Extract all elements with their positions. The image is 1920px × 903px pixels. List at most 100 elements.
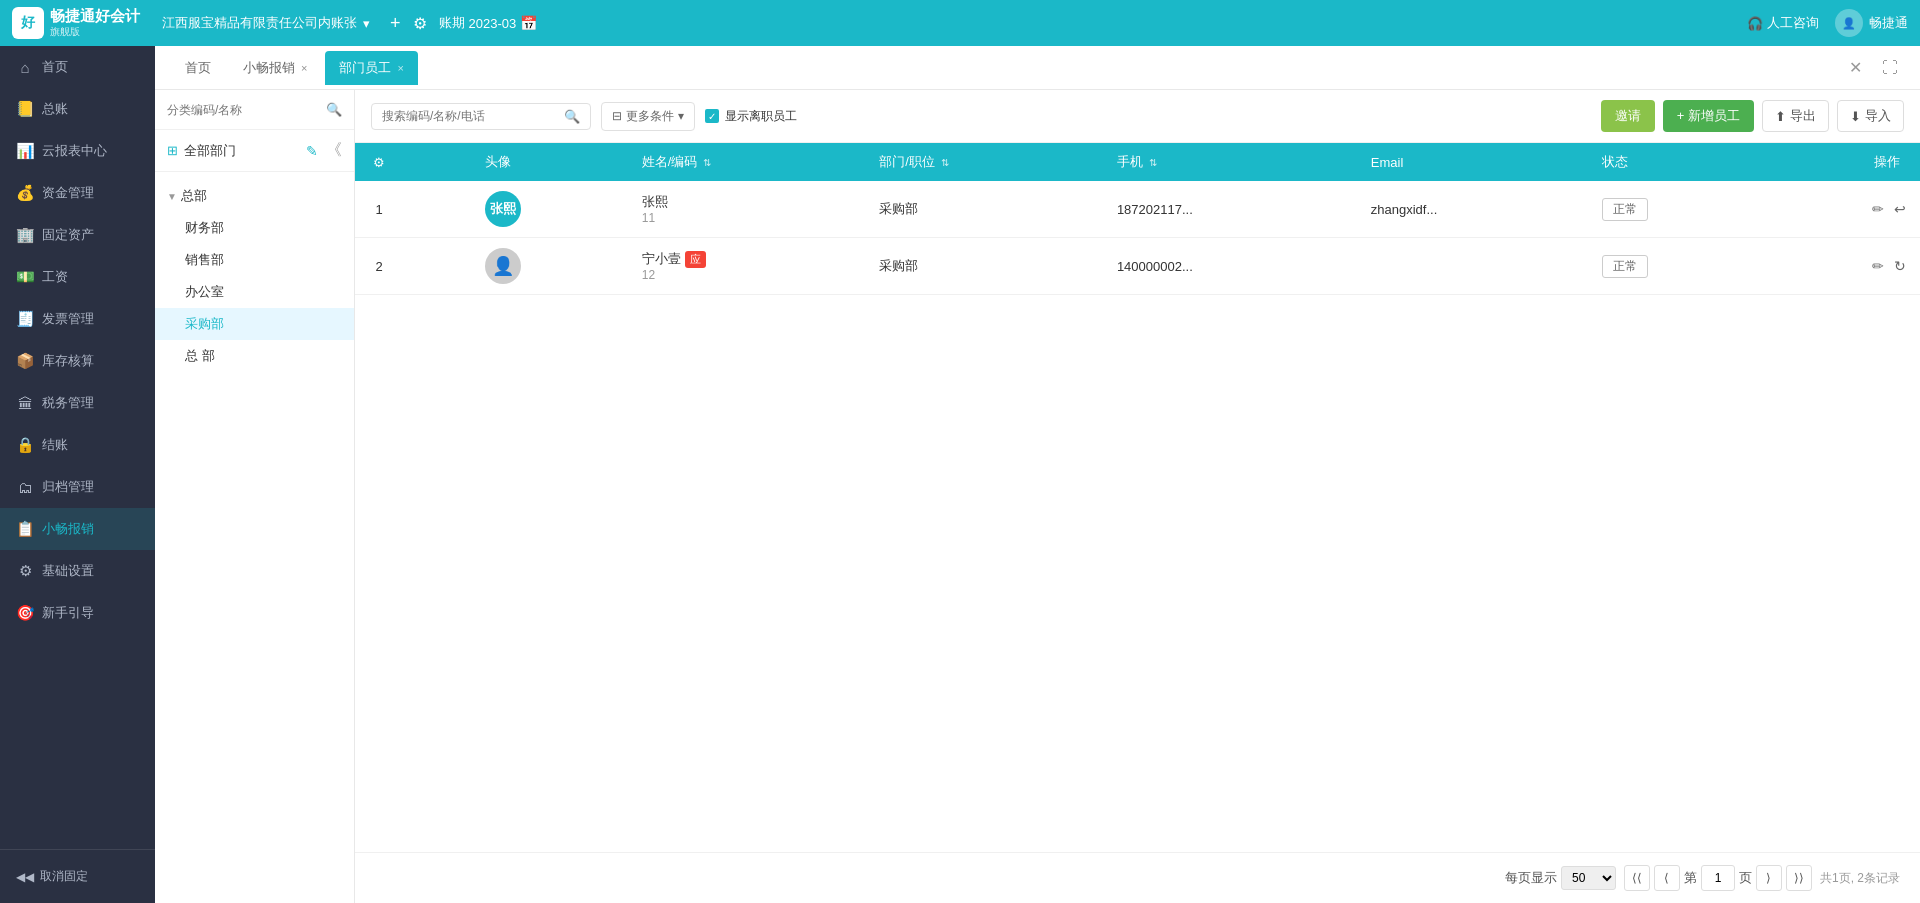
sort-name-icon: ⇅ bbox=[703, 157, 711, 168]
company-selector[interactable]: 江西服宝精品有限责任公司内账张 ▾ bbox=[162, 14, 370, 32]
dept-node-office[interactable]: 办公室 bbox=[155, 276, 354, 308]
edit-button[interactable]: ✏ bbox=[1872, 258, 1884, 274]
col-dept[interactable]: 部门/职位 ⇅ bbox=[865, 143, 1103, 181]
sidebar-item-inventory[interactable]: 📦 库存核算 bbox=[0, 340, 155, 382]
row2-no: 2 bbox=[355, 238, 403, 295]
archive-icon: 🗂 bbox=[16, 478, 34, 496]
tab-employees[interactable]: 部门员工 × bbox=[325, 51, 417, 85]
col-name[interactable]: 姓名/编码 ⇅ bbox=[628, 143, 866, 181]
filter-button[interactable]: ⊟ 更多条件 ▾ bbox=[601, 102, 695, 131]
salary-icon: 💵 bbox=[16, 268, 34, 286]
sidebar: ⌂ 首页 📒 总账 📊 云报表中心 💰 资金管理 🏢 固定资产 💵 工资 🧾 发… bbox=[0, 46, 155, 903]
sidebar-label-invoice: 发票管理 bbox=[42, 310, 94, 328]
add-employee-button[interactable]: + 新增员工 bbox=[1663, 100, 1754, 132]
ledger-icon: 📒 bbox=[16, 100, 34, 118]
dept-search-input[interactable] bbox=[167, 103, 320, 117]
sort-dept-icon: ⇅ bbox=[941, 157, 949, 168]
search-icon: 🔍 bbox=[326, 102, 342, 117]
logo-area: 好 畅捷通好会计 旗舰版 bbox=[12, 7, 152, 39]
sidebar-item-assets[interactable]: 🏢 固定资产 bbox=[0, 214, 155, 256]
tab-employees-close[interactable]: × bbox=[397, 62, 403, 74]
emp-code: 11 bbox=[642, 211, 852, 225]
col-settings[interactable]: ⚙ bbox=[355, 143, 403, 181]
unpin-label: 取消固定 bbox=[40, 868, 88, 885]
tab-home[interactable]: 首页 bbox=[171, 51, 225, 85]
employee-table-container: ⚙ 头像 姓名/编码 ⇅ 部门/职位 ⇅ 手机 ⇅ Email 状态 操作 bbox=[355, 143, 1920, 852]
user-icon: 👤 bbox=[1842, 17, 1856, 30]
page-input[interactable] bbox=[1701, 865, 1735, 891]
row1-email: zhangxidf... bbox=[1357, 181, 1588, 238]
invite-button[interactable]: 邀请 bbox=[1601, 100, 1655, 132]
dept-node-hq-parent[interactable]: ▼ 总部 bbox=[155, 180, 354, 212]
sidebar-label-assets: 固定资产 bbox=[42, 226, 94, 244]
edit-button[interactable]: ✏ bbox=[1872, 201, 1884, 217]
row1-name-cell: 张熙 11 bbox=[628, 181, 866, 238]
top-header: 好 畅捷通好会计 旗舰版 江西服宝精品有限责任公司内账张 ▾ + ⚙ 账期 20… bbox=[0, 0, 1920, 46]
tab-expand-button[interactable]: ⛶ bbox=[1876, 56, 1904, 79]
show-resigned-checkbox[interactable]: ✓ bbox=[705, 109, 719, 123]
user-area[interactable]: 👤 畅捷通 bbox=[1835, 9, 1908, 37]
sidebar-item-reports[interactable]: 📊 云报表中心 bbox=[0, 130, 155, 172]
collapse-dept-icon[interactable]: 《 bbox=[326, 140, 342, 161]
sort-phone-icon: ⇅ bbox=[1149, 157, 1157, 168]
emp-name: 宁小壹 bbox=[642, 250, 681, 268]
status-badge: 正常 bbox=[1602, 255, 1648, 278]
dept-node-hq2[interactable]: 总 部 bbox=[155, 340, 354, 372]
col-phone[interactable]: 手机 ⇅ bbox=[1103, 143, 1357, 181]
edit-dept-icon[interactable]: ✎ bbox=[306, 143, 318, 159]
sidebar-item-close[interactable]: 🔒 结账 bbox=[0, 424, 155, 466]
sidebar-item-settings[interactable]: ⚙ 基础设置 bbox=[0, 550, 155, 592]
tab-expense-close[interactable]: × bbox=[301, 62, 307, 74]
page-size-dropdown[interactable]: 50 10 20 100 bbox=[1561, 866, 1616, 890]
sidebar-item-invoice[interactable]: 🧾 发票管理 bbox=[0, 298, 155, 340]
sidebar-label-home: 首页 bbox=[42, 58, 68, 76]
show-resigned-label: 显示离职员工 bbox=[725, 108, 797, 125]
dept-search-area: 🔍 bbox=[155, 90, 354, 130]
sidebar-item-tax[interactable]: 🏛 税务管理 bbox=[0, 382, 155, 424]
row2-email bbox=[1357, 238, 1588, 295]
sidebar-item-guide[interactable]: 🎯 新手引导 bbox=[0, 592, 155, 634]
calendar-icon: 📅 bbox=[520, 15, 537, 31]
search-input[interactable] bbox=[382, 109, 558, 123]
service-label: 人工咨询 bbox=[1767, 14, 1819, 32]
row1-phone: 187202117... bbox=[1103, 181, 1357, 238]
export-label: 导出 bbox=[1790, 107, 1816, 125]
row1-status: 正常 bbox=[1588, 181, 1769, 238]
logout-button[interactable]: ↩ bbox=[1894, 201, 1906, 217]
sidebar-item-home[interactable]: ⌂ 首页 bbox=[0, 46, 155, 88]
unpin-button[interactable]: ◀◀ 取消固定 bbox=[0, 860, 155, 893]
last-page-button[interactable]: ⟩⟩ bbox=[1786, 865, 1812, 891]
first-page-button[interactable]: ⟨⟨ bbox=[1624, 865, 1650, 891]
dept-node-sales[interactable]: 销售部 bbox=[155, 244, 354, 276]
tab-close-all-button[interactable]: ✕ bbox=[1843, 56, 1868, 79]
tab-bar-right: ✕ ⛶ bbox=[1843, 56, 1904, 79]
sidebar-item-ledger[interactable]: 📒 总账 bbox=[0, 88, 155, 130]
content-area: 首页 小畅报销 × 部门员工 × ✕ ⛶ 🔍 bbox=[155, 46, 1920, 903]
sidebar-item-archive[interactable]: 🗂 归档管理 bbox=[0, 466, 155, 508]
sidebar-item-expense[interactable]: 📋 小畅报销 bbox=[0, 508, 155, 550]
emp-panel: 🔍 ⊟ 更多条件 ▾ ✓ 显示离职员工 邀请 bbox=[355, 90, 1920, 903]
dept-node-finance[interactable]: 财务部 bbox=[155, 212, 354, 244]
user-name: 畅捷通 bbox=[1869, 14, 1908, 32]
avatar: 👤 bbox=[1835, 9, 1863, 37]
tab-expense[interactable]: 小畅报销 × bbox=[229, 51, 321, 85]
add-company-icon[interactable]: + bbox=[390, 13, 401, 34]
import-button[interactable]: ⬇ 导入 bbox=[1837, 100, 1904, 132]
sidebar-item-salary[interactable]: 💵 工资 bbox=[0, 256, 155, 298]
employee-table: ⚙ 头像 姓名/编码 ⇅ 部门/职位 ⇅ 手机 ⇅ Email 状态 操作 bbox=[355, 143, 1920, 295]
reset-button[interactable]: ↻ bbox=[1894, 258, 1906, 274]
show-resigned-toggle[interactable]: ✓ 显示离职员工 bbox=[705, 108, 797, 125]
tab-expense-label: 小畅报销 bbox=[243, 59, 295, 77]
sidebar-label-guide: 新手引导 bbox=[42, 604, 94, 622]
sidebar-item-funds[interactable]: 💰 资金管理 bbox=[0, 172, 155, 214]
dept-label-finance: 财务部 bbox=[185, 219, 224, 237]
dept-node-purchase[interactable]: 采购部 bbox=[155, 308, 354, 340]
next-page-button[interactable]: ⟩ bbox=[1756, 865, 1782, 891]
prev-page-button[interactable]: ⟨ bbox=[1654, 865, 1680, 891]
export-button[interactable]: ⬆ 导出 bbox=[1762, 100, 1829, 132]
service-button[interactable]: 🎧 人工咨询 bbox=[1747, 14, 1819, 32]
header-right: 🎧 人工咨询 👤 畅捷通 bbox=[1747, 9, 1908, 37]
settings-icon[interactable]: ⚙ bbox=[413, 14, 427, 33]
period-selector[interactable]: 账期 2023-03 📅 bbox=[439, 14, 538, 32]
table-row: 2 👤 宁小壹 应 bbox=[355, 238, 1920, 295]
